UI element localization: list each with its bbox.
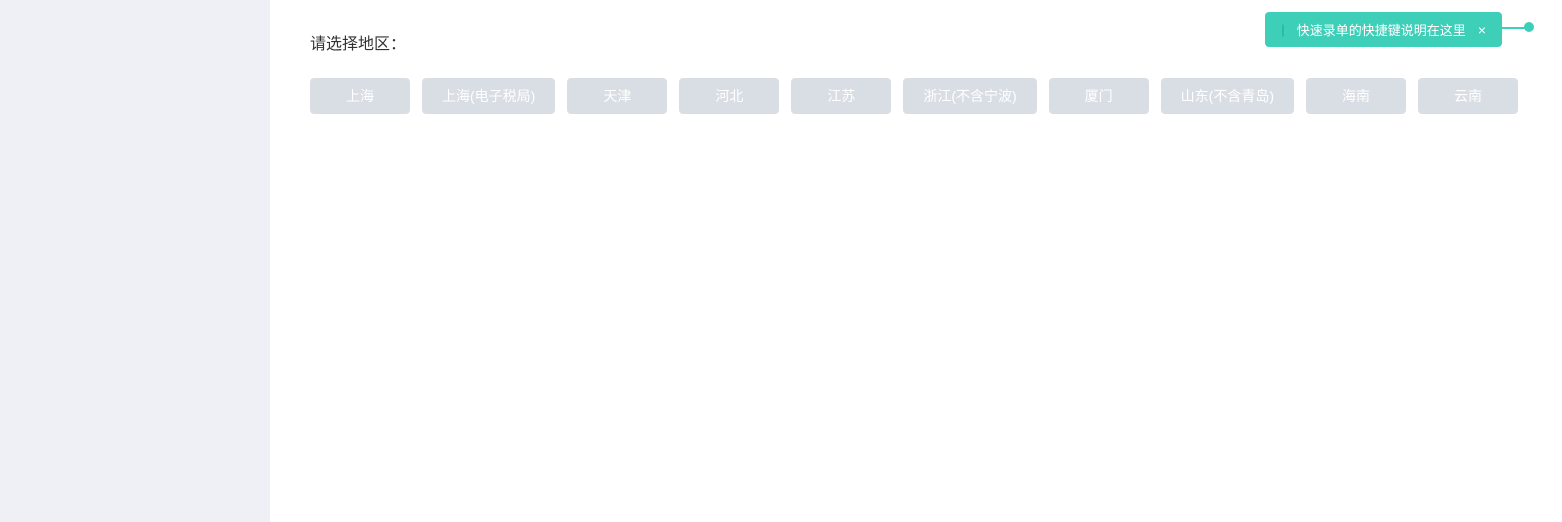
region-button-xiamen[interactable]: 厦门	[1049, 78, 1149, 114]
region-button-yunnan[interactable]: 云南	[1418, 78, 1518, 114]
region-button-zhejiang[interactable]: 浙江(不含宁波)	[903, 78, 1036, 114]
tooltip-connector-line	[1501, 27, 1525, 29]
region-button-shanghai-etax[interactable]: 上海(电子税局)	[422, 78, 555, 114]
region-button-hebei[interactable]: 河北	[679, 78, 779, 114]
region-button-shanghai[interactable]: 上海	[310, 78, 410, 114]
region-buttons-container: 上海上海(电子税局) 天津河北江苏浙江(不含宁波) 厦门山东(不含青岛) 海南云南	[310, 78, 1522, 114]
region-button-hainan[interactable]: 海南	[1306, 78, 1406, 114]
region-button-shandong[interactable]: 山东(不含青岛)	[1161, 78, 1294, 114]
region-button-jiangsu[interactable]: 江苏	[791, 78, 891, 114]
region-button-tianjin[interactable]: 天津	[567, 78, 667, 114]
tooltip-connector-dot	[1524, 22, 1534, 32]
tooltip-text: 快速录单的快捷键说明在这里	[1297, 20, 1466, 39]
left-sidebar	[0, 0, 270, 522]
main-content: 请选择地区： 上海上海(电子税局)天津河北江苏浙江(不含宁波)厦门山东(不含青岛…	[270, 0, 1562, 522]
tooltip-banner[interactable]: 快速录单的快捷键说明在这里 ×	[1265, 12, 1502, 47]
tooltip-close-button[interactable]: ×	[1478, 22, 1486, 38]
